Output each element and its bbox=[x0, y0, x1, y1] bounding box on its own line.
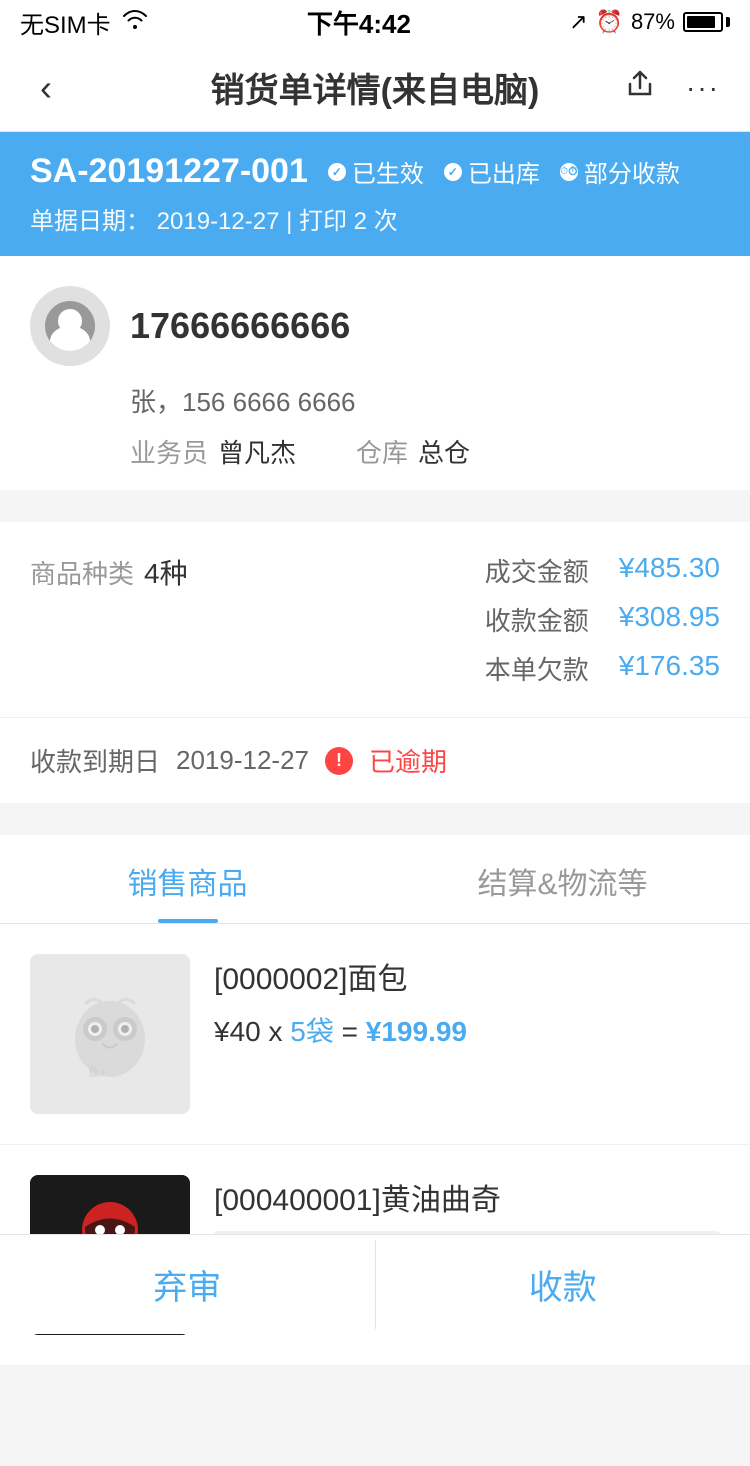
status-tag-partial: ⏱ 部分收款 bbox=[560, 154, 680, 189]
warehouse-label: 仓库 bbox=[356, 433, 408, 470]
summary-section: 商品种类 4种 成交金额 ¥485.30 收款金额 ¥308.95 本单欠款 ¥… bbox=[0, 522, 750, 717]
customer-row: 17666666666 bbox=[30, 286, 720, 366]
sales-value: 曾凡杰 bbox=[218, 433, 296, 470]
status-tag-shipped: 已出库 bbox=[444, 154, 540, 189]
order-date-label: 单据日期： bbox=[30, 208, 150, 235]
tabs-container: 销售商品 结算&物流等 bbox=[0, 835, 750, 924]
debt-row: 本单欠款 ¥176.35 bbox=[485, 650, 720, 687]
receipt-amount: ¥308.95 bbox=[619, 601, 720, 638]
partial-icon: ⏱ bbox=[560, 163, 578, 181]
reject-button[interactable]: 弃审 bbox=[0, 1240, 376, 1329]
payment-due-date: 2019-12-27 bbox=[176, 745, 309, 776]
product-thumbnail-1: 鱼+ bbox=[30, 954, 190, 1114]
battery-percent: 87% bbox=[631, 9, 675, 35]
product-total-1: ¥199.99 bbox=[366, 1016, 467, 1047]
status-shipped-text: 已出库 bbox=[468, 154, 540, 189]
share-icon[interactable] bbox=[624, 68, 656, 108]
payment-due-label: 收款到期日 bbox=[30, 742, 160, 779]
debt-amount: ¥176.35 bbox=[619, 650, 720, 687]
overdue-badge-icon: ! bbox=[325, 747, 353, 775]
status-tag-effective: 已生效 bbox=[328, 154, 424, 189]
status-effective-text: 已生效 bbox=[352, 154, 424, 189]
payment-due-section: 收款到期日 2019-12-27 ! 已逾期 bbox=[0, 717, 750, 803]
product-base-price-1: ¥40 bbox=[214, 1016, 261, 1047]
carrier-text: 无SIM卡 bbox=[20, 5, 111, 40]
avatar-icon bbox=[45, 301, 95, 351]
order-header: SA-20191227-001 已生效 已出库 ⏱ 部分收款 单据日期： 201… bbox=[0, 132, 750, 256]
tab-settlement-label: 结算&物流等 bbox=[477, 868, 647, 901]
product-price-1: ¥40 x 5袋 = ¥199.99 bbox=[214, 1010, 720, 1050]
product-type-item: 商品种类 4种 bbox=[30, 552, 188, 592]
transaction-amount: ¥485.30 bbox=[619, 552, 720, 589]
product-equals-1: = bbox=[342, 1016, 366, 1047]
product-qty-1: 5袋 bbox=[290, 1016, 334, 1047]
sales-label: 业务员 bbox=[130, 433, 208, 470]
effective-icon bbox=[328, 163, 346, 181]
alarm-icon: ⏰ bbox=[596, 9, 623, 35]
nav-bar: ‹ 销货单详情(来自电脑) ··· bbox=[0, 44, 750, 132]
wifi-icon bbox=[121, 8, 149, 36]
back-button[interactable]: ‹ bbox=[30, 57, 62, 119]
svg-text:鱼+: 鱼+ bbox=[88, 1065, 107, 1079]
warehouse-meta: 仓库 总仓 bbox=[356, 433, 470, 470]
bottom-bar: 弃审 收款 bbox=[0, 1234, 750, 1334]
product-name-2: [000400001]黄油曲奇 bbox=[214, 1175, 720, 1219]
status-right: ↗ ⏰ 87% bbox=[569, 9, 730, 35]
collect-payment-button[interactable]: 收款 bbox=[376, 1240, 750, 1329]
debt-label: 本单欠款 bbox=[485, 650, 589, 687]
product-name-1: [0000002]面包 bbox=[214, 954, 720, 998]
customer-section: 17666666666 张，156 6666 6666 业务员 曾凡杰 仓库 总… bbox=[0, 256, 750, 490]
avatar bbox=[30, 286, 110, 366]
section-divider-1 bbox=[0, 506, 750, 522]
transaction-label: 成交金额 bbox=[485, 552, 589, 589]
tab-settlement[interactable]: 结算&物流等 bbox=[375, 835, 750, 923]
summary-right: 成交金额 ¥485.30 收款金额 ¥308.95 本单欠款 ¥176.35 bbox=[485, 552, 720, 687]
status-bar: 无SIM卡 下午4:42 ↗ ⏰ 87% bbox=[0, 0, 750, 44]
overdue-text: 已逾期 bbox=[369, 742, 447, 779]
order-divider: | bbox=[286, 208, 299, 235]
product-info-1: [0000002]面包 ¥40 x 5袋 = ¥199.99 bbox=[214, 954, 720, 1114]
tab-sales-label: 销售商品 bbox=[128, 868, 248, 901]
product-times-1: x bbox=[269, 1016, 291, 1047]
more-icon[interactable]: ··· bbox=[686, 72, 720, 104]
tabs: 销售商品 结算&物流等 bbox=[0, 835, 750, 923]
transaction-row: 成交金额 ¥485.30 bbox=[485, 552, 720, 589]
order-print-info: 打印 2 次 bbox=[299, 208, 398, 235]
nav-actions: ··· bbox=[624, 68, 720, 108]
list-item: 鱼+ [0000002]面包 ¥40 x 5袋 = ¥199.99 bbox=[0, 924, 750, 1145]
status-partial-text: 部分收款 bbox=[584, 154, 680, 189]
receipt-row: 收款金额 ¥308.95 bbox=[485, 601, 720, 638]
status-left: 无SIM卡 bbox=[20, 5, 149, 40]
order-id-row: SA-20191227-001 已生效 已出库 ⏱ 部分收款 bbox=[30, 152, 720, 191]
product-type-count: 4种 bbox=[144, 552, 188, 592]
order-date-row: 单据日期： 2019-12-27 | 打印 2 次 bbox=[30, 201, 720, 236]
thumb-placeholder-1: 鱼+ bbox=[30, 954, 190, 1114]
order-date-value: 2019-12-27 bbox=[157, 208, 280, 235]
page-title: 销货单详情(来自电脑) bbox=[211, 63, 540, 112]
shipped-icon bbox=[444, 163, 462, 181]
customer-phone: 17666666666 bbox=[130, 305, 350, 347]
customer-meta: 业务员 曾凡杰 仓库 总仓 bbox=[30, 433, 720, 470]
order-id: SA-20191227-001 bbox=[30, 152, 308, 191]
tab-sales-products[interactable]: 销售商品 bbox=[0, 835, 375, 923]
status-time: 下午4:42 bbox=[307, 4, 411, 41]
bottom-spacer bbox=[0, 1366, 750, 1466]
receipt-label: 收款金额 bbox=[485, 601, 589, 638]
section-divider-2 bbox=[0, 803, 750, 819]
sales-meta: 业务员 曾凡杰 bbox=[130, 433, 296, 470]
warehouse-value: 总仓 bbox=[418, 433, 470, 470]
location-icon: ↗ bbox=[569, 9, 587, 35]
customer-name-phone: 张，156 6666 6666 bbox=[30, 382, 720, 419]
battery-icon bbox=[683, 12, 730, 32]
summary-left: 商品种类 4种 bbox=[30, 552, 188, 592]
product-type-label: 商品种类 bbox=[30, 554, 134, 591]
